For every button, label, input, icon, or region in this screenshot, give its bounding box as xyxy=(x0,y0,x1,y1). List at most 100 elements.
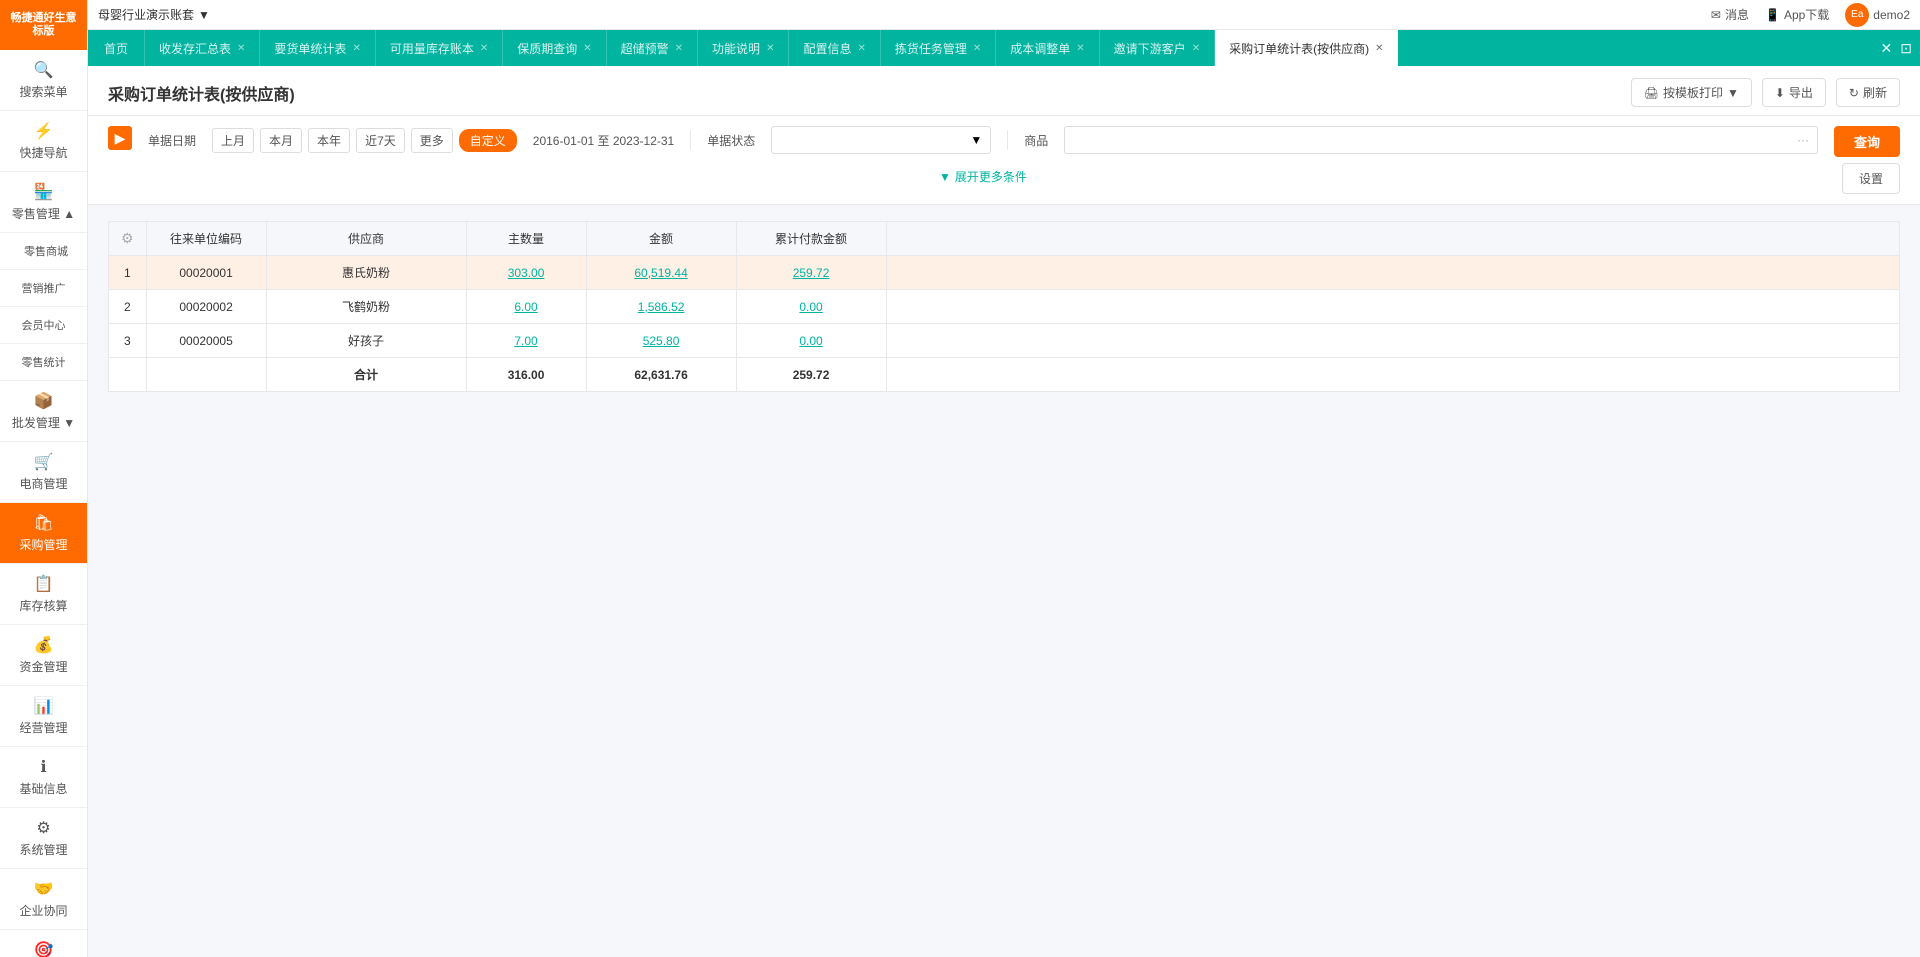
sidebar-item-wholesale[interactable]: 📦 批发管理 ▼ xyxy=(0,381,88,442)
this-year-btn[interactable]: 本年 xyxy=(308,128,350,153)
amount-link-3[interactable]: 525.80 xyxy=(643,334,680,348)
tab-cost-adjust[interactable]: 成本调整单 ✕ xyxy=(996,30,1099,66)
settings-btn[interactable]: 设置 xyxy=(1842,163,1900,194)
tab-home[interactable]: 首页 xyxy=(88,30,145,66)
tab-inventory-book-close[interactable]: ✕ xyxy=(480,43,488,54)
td-extra-3 xyxy=(886,324,1899,358)
tab-pick-task[interactable]: 拣货任务管理 ✕ xyxy=(881,30,996,66)
tab-invite-downstream[interactable]: 邀请下游客户 ✕ xyxy=(1100,30,1215,66)
sidebar-item-ecommerce[interactable]: 🛒 电商管理 xyxy=(0,442,88,503)
filter-toggle-btn[interactable]: ▶ xyxy=(108,126,132,150)
sidebar-item-retail-stat[interactable]: 零售统计 xyxy=(0,344,88,381)
sidebar-item-inventory-label: 库存核算 xyxy=(19,597,67,614)
tab-overstock-close[interactable]: ✕ xyxy=(675,43,683,54)
tab-config-close[interactable]: ✕ xyxy=(857,43,865,54)
refresh-btn[interactable]: ↻ 刷新 xyxy=(1836,78,1900,107)
operation-icon: 📊 xyxy=(34,696,54,716)
avatar: Ea xyxy=(1845,3,1869,27)
user-profile[interactable]: Ea demo2 xyxy=(1845,3,1910,27)
expand-more-btn[interactable]: ▼ 展开更多条件 xyxy=(148,162,1818,187)
th-extra xyxy=(886,222,1899,256)
main-area: 母婴行业演示账套 ▼ ✉ 消息 📱 App下载 Ea demo2 首页 收发存汇… xyxy=(88,0,1920,957)
sidebar-item-retail[interactable]: 🏪 零售管理 ▲ xyxy=(0,172,88,233)
retail-icon: 🏪 xyxy=(34,182,54,202)
goods-more-btn[interactable]: ··· xyxy=(1797,133,1809,147)
column-settings-icon[interactable]: ⚙ xyxy=(121,230,134,246)
paid-link-1[interactable]: 259.72 xyxy=(793,266,830,280)
tab-order-stats-close[interactable]: ✕ xyxy=(352,43,360,54)
amount-link-2[interactable]: 1,586.52 xyxy=(638,300,685,314)
tab-collection-summary[interactable]: 收发存汇总表 ✕ xyxy=(145,30,260,66)
more-date-btn[interactable]: 更多 xyxy=(411,128,453,153)
sidebar-item-system[interactable]: ⚙ 系统管理 xyxy=(0,808,88,869)
tab-collection-summary-close[interactable]: ✕ xyxy=(237,43,245,54)
sidebar-item-marketing[interactable]: 营销推广 xyxy=(0,270,88,307)
tab-config[interactable]: 配置信息 ✕ xyxy=(789,30,880,66)
table-row: 2 00020002 飞鹤奶粉 6.00 1,586.52 0.00 xyxy=(109,290,1900,324)
status-select[interactable]: ▼ xyxy=(771,126,991,154)
tab-order-stats-label: 要货单统计表 xyxy=(274,40,346,57)
sidebar-item-operation[interactable]: 📊 经营管理 xyxy=(0,686,88,747)
td-footer-label: 合计 xyxy=(266,358,466,392)
date-quick-btns: 上月 本月 本年 近7天 更多 自定义 xyxy=(212,128,517,153)
page-title: 采购订单统计表(按供应商) xyxy=(108,81,295,105)
query-btn[interactable]: 查询 xyxy=(1834,126,1900,157)
sidebar-item-finance[interactable]: 💰 资金管理 xyxy=(0,625,88,686)
tab-purchase-order-stats[interactable]: 采购订单统计表(按供应商) ✕ xyxy=(1215,30,1398,66)
tab-function-desc-close[interactable]: ✕ xyxy=(766,43,774,54)
qty-link-2[interactable]: 6.00 xyxy=(514,300,537,314)
td-no-1: 1 xyxy=(109,256,147,290)
sidebar-item-collab[interactable]: 🤝 企业协同 xyxy=(0,869,88,930)
td-no-2: 2 xyxy=(109,290,147,324)
goods-input[interactable]: ··· xyxy=(1064,126,1818,154)
this-month-btn[interactable]: 本月 xyxy=(260,128,302,153)
sidebar-item-quicknav[interactable]: ⚡ 快捷导航 xyxy=(0,111,88,172)
tab-order-stats[interactable]: 要货单统计表 ✕ xyxy=(260,30,375,66)
topbar-right: ✉ 消息 📱 App下载 Ea demo2 xyxy=(1711,3,1910,27)
sidebar-item-retail-stat-label: 零售统计 xyxy=(22,354,66,370)
quicknav-icon: ⚡ xyxy=(34,121,54,141)
paid-link-2[interactable]: 0.00 xyxy=(799,300,822,314)
export-btn[interactable]: ⬇ 导出 xyxy=(1762,78,1826,107)
message-btn[interactable]: ✉ 消息 xyxy=(1711,6,1749,23)
tab-inventory-book[interactable]: 可用量库存账本 ✕ xyxy=(376,30,503,66)
tab-purchase-order-stats-close[interactable]: ✕ xyxy=(1375,43,1383,54)
tab-expiry[interactable]: 保质期查询 ✕ xyxy=(503,30,606,66)
tab-overstock[interactable]: 超储预警 ✕ xyxy=(607,30,698,66)
account-selector[interactable]: 母婴行业演示账套 ▼ xyxy=(98,6,210,23)
tab-expiry-label: 保质期查询 xyxy=(517,40,577,57)
amount-link-1[interactable]: 60,519.44 xyxy=(634,266,687,280)
filter-divider-2 xyxy=(1007,130,1008,150)
template-arrow-icon: ▼ xyxy=(1727,86,1739,100)
content: 采购订单统计表(按供应商) 🖨 按模板打印 ▼ ⬇ 导出 ↻ 刷新 xyxy=(88,66,1920,957)
tab-pick-task-close[interactable]: ✕ xyxy=(973,43,981,54)
maximize-btn[interactable]: ⊡ xyxy=(1900,40,1912,57)
phone-icon: 📱 xyxy=(1765,8,1780,22)
collab-icon: 🤝 xyxy=(34,879,54,899)
qty-link-3[interactable]: 7.00 xyxy=(514,334,537,348)
template-print-btn[interactable]: 🖨 按模板打印 ▼ xyxy=(1631,78,1752,107)
td-supplier-1: 惠氏奶粉 xyxy=(266,256,466,290)
filter-area: ▶ 单据日期 上月 本月 本年 近7天 更多 自定义 2016-01-01 至 … xyxy=(88,116,1920,205)
sidebar-item-search[interactable]: 🔍 搜索菜单 xyxy=(0,50,88,111)
close-all-tabs-btn[interactable]: ✕ xyxy=(1881,40,1893,57)
sidebar-item-guide[interactable]: 🎯 新手引导 xyxy=(0,930,88,957)
sidebar-item-basic[interactable]: ℹ 基础信息 xyxy=(0,747,88,808)
sidebar-item-retail-mall[interactable]: 零售商城 xyxy=(0,233,88,270)
last-7-days-btn[interactable]: 近7天 xyxy=(356,128,405,153)
tab-invite-downstream-close[interactable]: ✕ xyxy=(1192,43,1200,54)
tab-expiry-close[interactable]: ✕ xyxy=(583,43,591,54)
paid-link-3[interactable]: 0.00 xyxy=(799,334,822,348)
status-select-arrow: ▼ xyxy=(970,133,982,147)
sidebar-item-inventory[interactable]: 📋 库存核算 xyxy=(0,564,88,625)
app-download-btn[interactable]: 📱 App下载 xyxy=(1765,6,1829,23)
message-label: 消息 xyxy=(1725,6,1749,23)
sidebar-item-member[interactable]: 会员中心 xyxy=(0,307,88,344)
tab-function-desc[interactable]: 功能说明 ✕ xyxy=(698,30,789,66)
wholesale-icon: 📦 xyxy=(34,391,54,411)
tab-cost-adjust-close[interactable]: ✕ xyxy=(1076,43,1084,54)
sidebar-item-purchase[interactable]: 🛍 采购管理 xyxy=(0,503,88,564)
last-month-btn[interactable]: 上月 xyxy=(212,128,254,153)
qty-link-1[interactable]: 303.00 xyxy=(508,266,545,280)
sidebar-item-retail-mall-label: 零售商城 xyxy=(24,243,68,259)
